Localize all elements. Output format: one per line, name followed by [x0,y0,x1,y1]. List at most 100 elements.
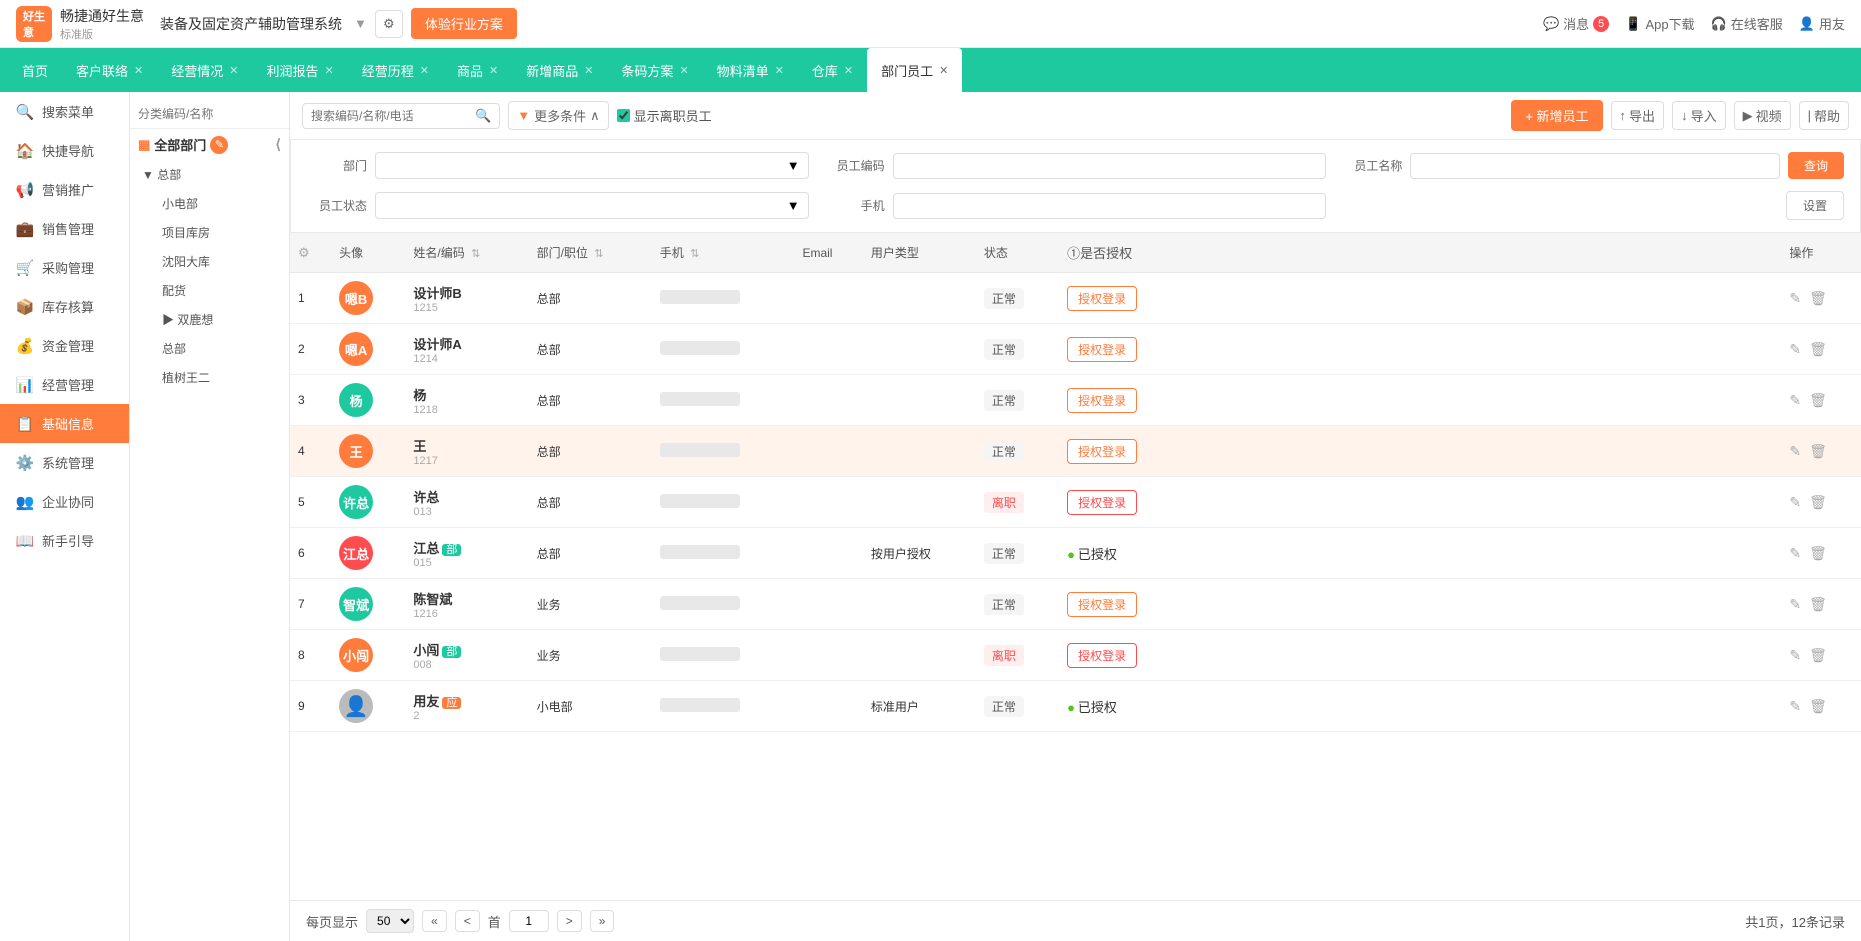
dept-tree-item-双鹿想[interactable]: ▶ 双鹿想 [130,305,289,334]
auth-login-button[interactable]: 授权登录 [1067,337,1137,362]
reset-button[interactable]: 设置 [1786,191,1844,220]
dept-tree-item-沈阳大库[interactable]: 沈阳大库 [130,247,289,276]
search-icon[interactable]: 🔍 [475,108,491,124]
title-dropdown-icon[interactable]: ▼ [354,16,367,31]
delete-icon[interactable]: 🗑 [1809,596,1827,613]
edit-icon[interactable]: ✎ [1789,443,1801,460]
sidebar-item-系统管理[interactable]: ⚙️系统管理 [0,443,129,482]
filter-empname-input[interactable] [1410,153,1780,179]
dept-tree-item-总部[interactable]: ▼ 总部 [130,160,289,189]
close-tab-icon[interactable]: ✕ [844,64,853,77]
page-number-input[interactable] [509,910,549,932]
col-dept[interactable]: 部门/职位 ⇅ [529,233,652,273]
collapse-tree-button[interactable]: ⟨ [276,136,281,153]
help-button[interactable]: | 帮助 [1799,101,1849,130]
sidebar-item-新手引导[interactable]: 📖新手引导 [0,521,129,560]
close-tab-icon[interactable]: ✕ [584,64,593,77]
nav-tab-经营情况[interactable]: 经营情况✕ [157,48,252,92]
nav-tab-客户联络[interactable]: 客户联络✕ [62,48,157,92]
view-button[interactable]: ▶ 视频 [1734,101,1791,130]
export-button[interactable]: ↑ 导出 [1611,101,1665,130]
nav-tab-新增商品[interactable]: 新增商品✕ [512,48,607,92]
close-tab-icon[interactable]: ✕ [489,64,498,77]
close-tab-icon[interactable]: ✕ [679,64,688,77]
prev-page-button[interactable]: < [455,910,480,932]
dept-tree-item-植树王二[interactable]: 植树王二 [130,363,289,392]
edit-icon[interactable]: ✎ [1789,545,1801,562]
delete-icon[interactable]: 🗑 [1809,494,1827,511]
close-tab-icon[interactable]: ✕ [229,64,238,77]
auth-login-button[interactable]: 授权登录 [1067,439,1137,464]
edit-icon[interactable]: ✎ [1789,596,1801,613]
close-tab-icon[interactable]: ✕ [939,64,948,77]
delete-icon[interactable]: 🗑 [1809,545,1827,562]
sidebar-item-快捷导航[interactable]: 🏠快捷导航 [0,131,129,170]
sidebar-item-资金管理[interactable]: 💰资金管理 [0,326,129,365]
dept-tree-item-配货[interactable]: 配货 [130,276,289,305]
filter-status-select[interactable]: ▼ [375,192,809,219]
dept-tree-item-项目库房[interactable]: 项目库房 [130,218,289,247]
filter-empcode-input[interactable] [893,153,1327,179]
nav-tab-仓库[interactable]: 仓库✕ [798,48,867,92]
sidebar-item-销售管理[interactable]: 💼销售管理 [0,209,129,248]
sidebar-item-库存核算[interactable]: 📦库存核算 [0,287,129,326]
auth-login-button[interactable]: 授权登录 [1067,490,1137,515]
user-menu[interactable]: 👤 用友 [1799,14,1845,33]
settings-button[interactable]: ⚙ [375,10,403,38]
sidebar-item-基础信息[interactable]: 📋基础信息 [0,404,129,443]
delete-icon[interactable]: 🗑 [1809,290,1827,307]
message-button[interactable]: 💬 消息 5 [1543,14,1609,33]
sidebar-item-经营管理[interactable]: 📊经营管理 [0,365,129,404]
auth-login-button[interactable]: 授权登录 [1067,388,1137,413]
search-input[interactable] [311,109,471,123]
delete-icon[interactable]: 🗑 [1809,647,1827,664]
query-button[interactable]: 查询 [1788,152,1844,179]
edit-icon[interactable]: ✎ [1789,341,1801,358]
online-service-button[interactable]: 🎧 在线客服 [1711,14,1783,33]
col-settings[interactable]: ⚙ [290,233,331,273]
filter-phone-input[interactable] [893,193,1327,219]
add-employee-button[interactable]: + 新增员工 [1511,100,1602,131]
nav-tab-部门员工[interactable]: 部门员工✕ [867,48,962,92]
nav-tab-商品[interactable]: 商品✕ [443,48,512,92]
dept-tree-item-小电部[interactable]: 小电部 [130,189,289,218]
edit-icon[interactable]: ✎ [1789,392,1801,409]
col-name[interactable]: 姓名/编码 ⇅ [405,233,528,273]
edit-icon[interactable]: ✎ [1789,494,1801,511]
close-tab-icon[interactable]: ✕ [325,64,334,77]
delete-icon[interactable]: 🗑 [1809,443,1827,460]
trial-button[interactable]: 体验行业方案 [411,8,517,39]
delete-icon[interactable]: 🗑 [1809,341,1827,358]
more-filter-button[interactable]: ▼ 更多条件 ∧ [508,101,608,130]
app-download-button[interactable]: 📱 App下载 [1625,14,1694,33]
close-tab-icon[interactable]: ✕ [134,64,143,77]
delete-icon[interactable]: 🗑 [1809,698,1827,715]
nav-tab-首页[interactable]: 首页 [8,48,62,92]
sidebar-item-采购管理[interactable]: 🛒采购管理 [0,248,129,287]
dept-search-input[interactable] [138,107,290,121]
sidebar-item-搜索菜单[interactable]: 🔍搜索菜单 [0,92,129,131]
auth-login-button[interactable]: 授权登录 [1067,643,1137,668]
edit-dept-button[interactable]: ✎ [210,136,228,154]
nav-tab-条码方案[interactable]: 条码方案✕ [607,48,702,92]
edit-icon[interactable]: ✎ [1789,290,1801,307]
dept-tree-item-总部[interactable]: 总部 [130,334,289,363]
nav-tab-利润报告[interactable]: 利润报告✕ [252,48,347,92]
nav-tab-经营历程[interactable]: 经营历程✕ [348,48,443,92]
delete-icon[interactable]: 🗑 [1809,392,1827,409]
edit-icon[interactable]: ✎ [1789,647,1801,664]
nav-tab-物料清单[interactable]: 物料清单✕ [703,48,798,92]
next-page-button[interactable]: > [557,910,582,932]
auth-login-button[interactable]: 授权登录 [1067,286,1137,311]
close-tab-icon[interactable]: ✕ [775,64,784,77]
col-phone[interactable]: 手机 ⇅ [652,233,795,273]
show-all-checkbox-area[interactable]: 显示离职员工 [617,106,712,125]
last-page-button[interactable]: » [590,910,615,932]
close-tab-icon[interactable]: ✕ [420,64,429,77]
filter-dept-select[interactable]: ▼ [375,152,809,179]
import-button[interactable]: ↓ 导入 [1672,101,1726,130]
show-all-checkbox[interactable] [617,109,630,122]
auth-login-button[interactable]: 授权登录 [1067,592,1137,617]
per-page-select[interactable]: 50 [366,909,414,933]
sidebar-item-企业协同[interactable]: 👥企业协同 [0,482,129,521]
